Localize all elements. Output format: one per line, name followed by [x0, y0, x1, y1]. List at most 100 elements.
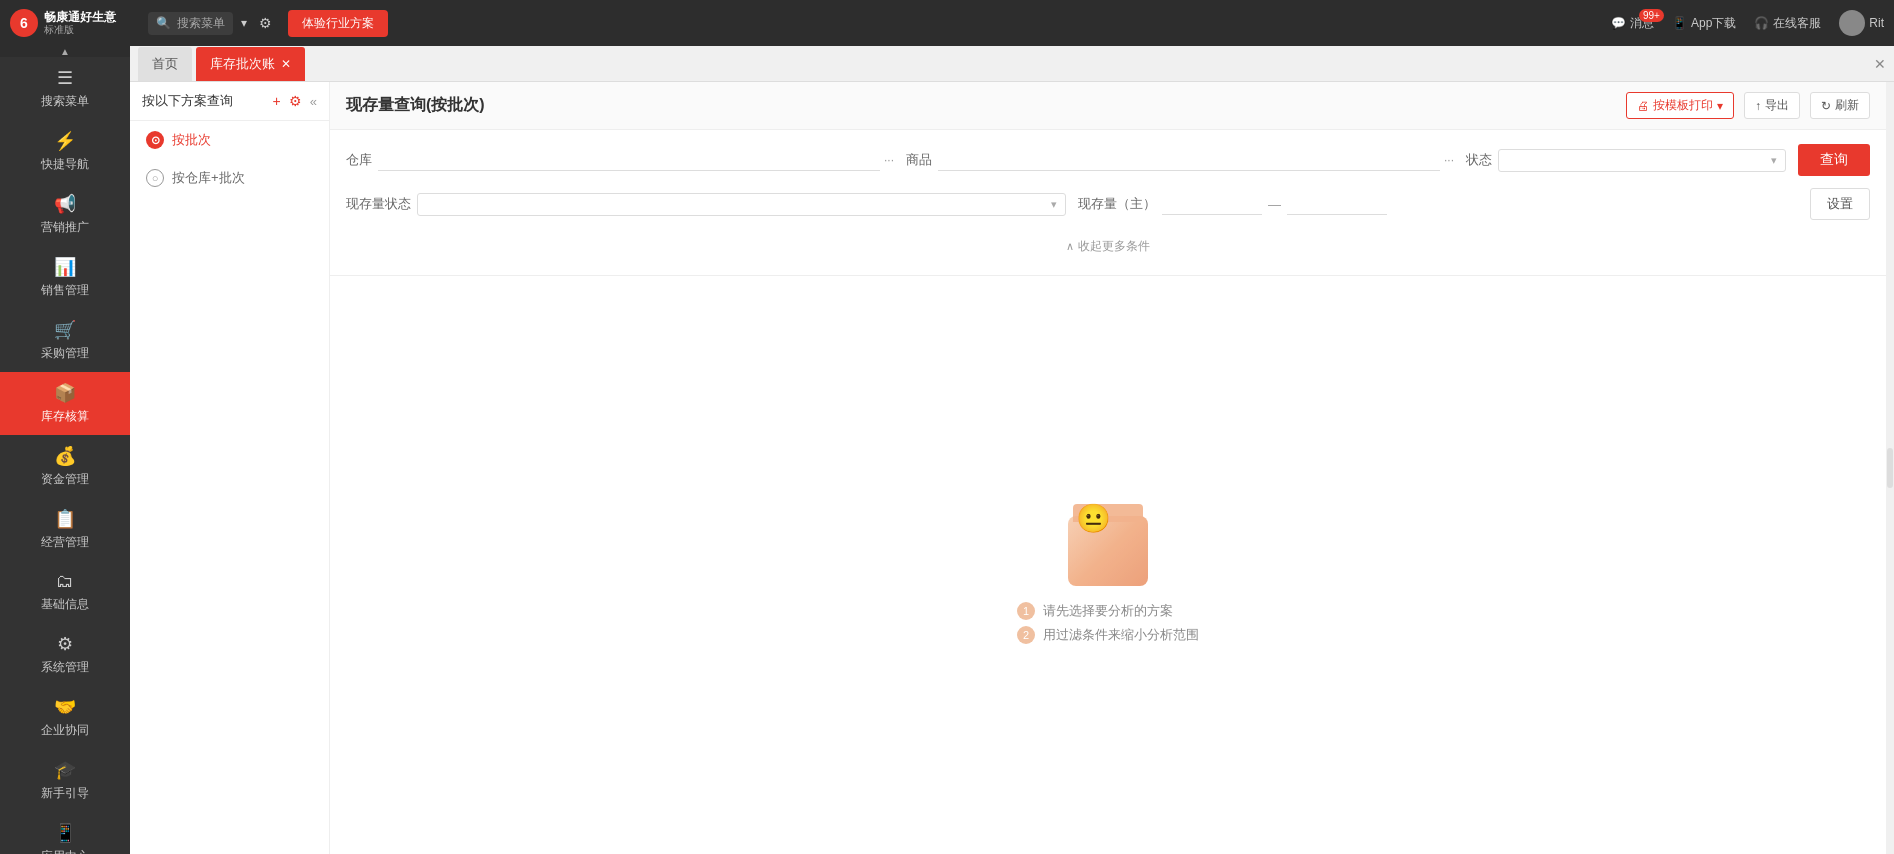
trial-button[interactable]: 体验行业方案 — [288, 10, 388, 37]
menu-search[interactable]: 🔍 搜索菜单 — [148, 12, 233, 35]
empty-state: 😐 1 请先选择要分析的方案 2 用过滤条件来缩小分析范围 — [330, 276, 1886, 854]
sidebar-item-search[interactable]: ☰ 搜索菜单 — [0, 57, 130, 120]
tab-bar: 首页 库存批次账 ✕ ✕ — [130, 46, 1894, 82]
topbar-dropdown-arrow[interactable]: ▾ — [241, 16, 247, 30]
tab-home[interactable]: 首页 — [138, 47, 192, 81]
plan-item-by-batch[interactable]: ⊙ 按批次 — [130, 121, 329, 159]
filter-row-2: 现存量状态 ▾ 现存量（主） — — [346, 188, 1870, 220]
stock-status-filter-group: 现存量状态 ▾ — [346, 193, 1066, 216]
sidebar-item-sales[interactable]: 📊 销售管理 — [0, 246, 130, 309]
operations-icon: 📋 — [54, 508, 76, 530]
left-panel-collapse-icon[interactable]: « — [310, 94, 317, 109]
sidebar-item-label-system: 系统管理 — [41, 659, 89, 676]
logo-sub-text: 标准版 — [44, 24, 116, 36]
sidebar-item-newbie[interactable]: 🎓 新手引导 — [0, 749, 130, 812]
plan-icon-batch: ⊙ — [146, 131, 164, 149]
message-icon: 💬 — [1611, 16, 1626, 30]
empty-face-icon: 😐 — [1076, 502, 1111, 535]
sidebar-item-purchase[interactable]: 🛒 采购管理 — [0, 309, 130, 372]
headset-icon: 🎧 — [1754, 16, 1769, 30]
sidebar-item-operations[interactable]: 📋 经营管理 — [0, 498, 130, 561]
logo-icon: 6 — [10, 9, 38, 37]
sidebar-item-label-marketing: 营销推广 — [41, 219, 89, 236]
warehouse-filter-group: 仓库 ··· — [346, 149, 894, 171]
sidebar-item-label-basic: 基础信息 — [41, 596, 89, 613]
search-menu-icon: ☰ — [57, 67, 73, 89]
app-download-label: App下载 — [1691, 15, 1736, 32]
tip-text-1: 请先选择要分析的方案 — [1043, 602, 1173, 620]
sales-icon: 📊 — [54, 256, 76, 278]
username: Rit — [1869, 16, 1884, 30]
sidebar-item-label-operations: 经营管理 — [41, 534, 89, 551]
add-plan-icon[interactable]: + — [273, 93, 281, 109]
empty-tips: 1 请先选择要分析的方案 2 用过滤条件来缩小分析范围 — [1017, 602, 1199, 644]
sidebar-item-app-center[interactable]: 📱 应用中心 — [0, 812, 130, 854]
logo: 6 畅康通好生意 标准版 — [10, 9, 140, 37]
sidebar-item-label-finance: 资金管理 — [41, 471, 89, 488]
refresh-button[interactable]: ↻ 刷新 — [1810, 92, 1870, 119]
tip-num-2: 2 — [1017, 626, 1035, 644]
user-item[interactable]: Rit — [1839, 10, 1884, 36]
query-button[interactable]: 查询 — [1798, 144, 1870, 176]
stock-qty-filter-group: 现存量（主） — — [1078, 193, 1798, 215]
collapse-more-conditions[interactable]: ∧ 收起更多条件 — [346, 232, 1870, 261]
sidebar-item-system[interactable]: ⚙ 系统管理 — [0, 623, 130, 686]
stock-qty-to-input[interactable] — [1287, 193, 1387, 215]
tip-num-1: 1 — [1017, 602, 1035, 620]
empty-tip-1: 1 请先选择要分析的方案 — [1017, 602, 1199, 620]
sidebar-item-quick-nav[interactable]: ⚡ 快捷导航 — [0, 120, 130, 183]
export-button[interactable]: ↑ 导出 — [1744, 92, 1800, 119]
tab-home-label: 首页 — [152, 55, 178, 73]
tab-close-icon[interactable]: ✕ — [281, 57, 291, 71]
app-download-item[interactable]: 📱 App下载 — [1672, 15, 1736, 32]
logo-main-text: 畅康通好生意 — [44, 10, 116, 24]
status-filter-group: 状态 ▾ — [1466, 149, 1786, 172]
filter-row-1: 仓库 ··· 商品 ··· 状态 — [346, 144, 1870, 176]
tab-batch-ledger[interactable]: 库存批次账 ✕ — [196, 47, 305, 81]
filter-area: 仓库 ··· 商品 ··· 状态 — [330, 130, 1886, 276]
left-panel-title: 按以下方案查询 — [142, 92, 233, 110]
product-filter-group: 商品 ··· — [906, 149, 1454, 171]
product-more-icon[interactable]: ··· — [1444, 153, 1454, 167]
sidebar-item-marketing[interactable]: 📢 营销推广 — [0, 183, 130, 246]
panel-close-button[interactable]: ✕ — [1874, 56, 1886, 72]
sidebar-item-label-sales: 销售管理 — [41, 282, 89, 299]
stock-status-select[interactable]: ▾ — [417, 193, 1066, 216]
plan-settings-icon[interactable]: ⚙ — [289, 93, 302, 109]
warehouse-more-icon[interactable]: ··· — [884, 153, 894, 167]
print-label: 按模板打印 — [1653, 97, 1713, 114]
left-panel-header: 按以下方案查询 + ⚙ « — [130, 82, 329, 121]
sidebar-item-finance[interactable]: 💰 资金管理 — [0, 435, 130, 498]
refresh-label: 刷新 — [1835, 97, 1859, 114]
product-input[interactable] — [938, 149, 1440, 171]
right-edge-handle[interactable] — [1887, 448, 1893, 488]
main-layout: ▲ ☰ 搜索菜单 ⚡ 快捷导航 📢 营销推广 📊 销售管理 🛒 采购管理 📦 库… — [0, 46, 1894, 854]
marketing-icon: 📢 — [54, 193, 76, 215]
status-select-arrow: ▾ — [1771, 154, 1777, 167]
plan-label-by-batch: 按批次 — [172, 131, 211, 149]
sidebar-item-label-quick-nav: 快捷导航 — [41, 156, 89, 173]
system-icon: ⚙ — [57, 633, 73, 655]
topbar-gear-icon[interactable]: ⚙ — [259, 15, 272, 31]
online-service-label: 在线客服 — [1773, 15, 1821, 32]
messages-item[interactable]: 💬 消息 99+ — [1611, 15, 1654, 32]
enterprise-icon: 🤝 — [54, 696, 76, 718]
export-label: 导出 — [1765, 97, 1789, 114]
app-center-icon: 📱 — [54, 822, 76, 844]
warehouse-input[interactable] — [378, 149, 880, 171]
print-button[interactable]: 🖨 按模板打印 ▾ — [1626, 92, 1734, 119]
settings-button[interactable]: 设置 — [1810, 188, 1870, 220]
tip-text-2: 用过滤条件来缩小分析范围 — [1043, 626, 1199, 644]
collapse-label: 收起更多条件 — [1078, 238, 1150, 255]
sidebar-item-enterprise[interactable]: 🤝 企业协同 — [0, 686, 130, 749]
product-label: 商品 — [906, 151, 932, 169]
empty-tip-2: 2 用过滤条件来缩小分析范围 — [1017, 626, 1199, 644]
sidebar-item-label-purchase: 采购管理 — [41, 345, 89, 362]
sidebar-item-inventory[interactable]: 📦 库存核算 — [0, 372, 130, 435]
plan-item-by-warehouse-batch[interactable]: ○ 按仓库+批次 — [130, 159, 329, 197]
sidebar-item-basic[interactable]: 🗂 基础信息 — [0, 561, 130, 623]
online-service-item[interactable]: 🎧 在线客服 — [1754, 15, 1821, 32]
status-select[interactable]: ▾ — [1498, 149, 1786, 172]
sidebar-scroll-up[interactable]: ▲ — [0, 46, 130, 57]
stock-qty-from-input[interactable] — [1162, 193, 1262, 215]
